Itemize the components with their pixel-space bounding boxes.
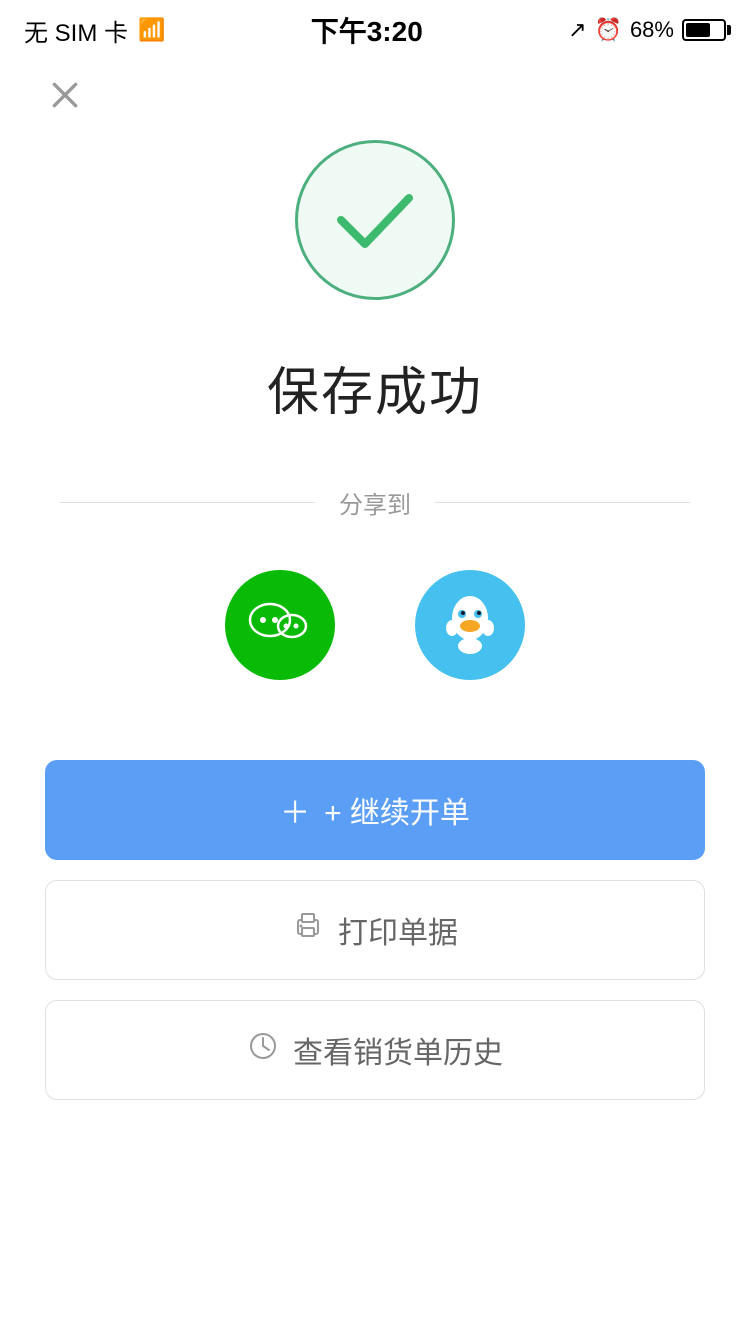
alarm-icon: ⏰ <box>595 17 622 43</box>
divider-right <box>435 502 690 503</box>
wifi-icon: 📶 <box>138 17 165 43</box>
battery-icon <box>682 19 726 41</box>
status-bar: 无 SIM 卡 📶 下午3:20 ↗ ⏰ 68% <box>0 0 750 60</box>
print-icon <box>292 910 324 950</box>
print-button[interactable]: 打印单据 <box>45 880 705 980</box>
continue-plus-icon: ＋ <box>280 788 310 832</box>
share-divider: 分享到 <box>0 485 750 520</box>
status-right: ↗ ⏰ 68% <box>568 17 726 43</box>
action-buttons: ＋ + 继续开单 打印单据 查看销货单历 <box>45 760 705 1100</box>
continue-order-button[interactable]: ＋ + 继续开单 <box>45 760 705 860</box>
history-icon <box>247 1030 279 1070</box>
history-label: 查看销货单历史 <box>293 1028 503 1072</box>
main-content: 保存成功 分享到 <box>0 60 750 1100</box>
view-history-button[interactable]: 查看销货单历史 <box>45 1000 705 1100</box>
qq-share-button[interactable] <box>415 570 525 680</box>
share-icons <box>225 570 525 680</box>
location-icon: ↗ <box>568 17 586 43</box>
no-sim-text: 无 SIM 卡 <box>24 13 128 48</box>
success-title: 保存成功 <box>267 350 483 425</box>
divider-left <box>60 502 315 503</box>
continue-order-label: + 继续开单 <box>324 788 470 832</box>
close-icon <box>49 79 81 111</box>
battery-fill <box>686 23 710 37</box>
qq-icon <box>440 590 500 660</box>
success-circle <box>295 140 455 300</box>
share-label: 分享到 <box>315 485 435 520</box>
battery-percent: 68% <box>630 17 674 43</box>
status-left: 无 SIM 卡 📶 <box>24 13 165 48</box>
status-time: 下午3:20 <box>311 10 423 50</box>
print-label: 打印单据 <box>338 908 458 952</box>
close-button[interactable] <box>40 70 90 120</box>
checkmark-icon <box>335 190 415 250</box>
wechat-share-button[interactable] <box>225 570 335 680</box>
wechat-icon <box>248 598 312 652</box>
